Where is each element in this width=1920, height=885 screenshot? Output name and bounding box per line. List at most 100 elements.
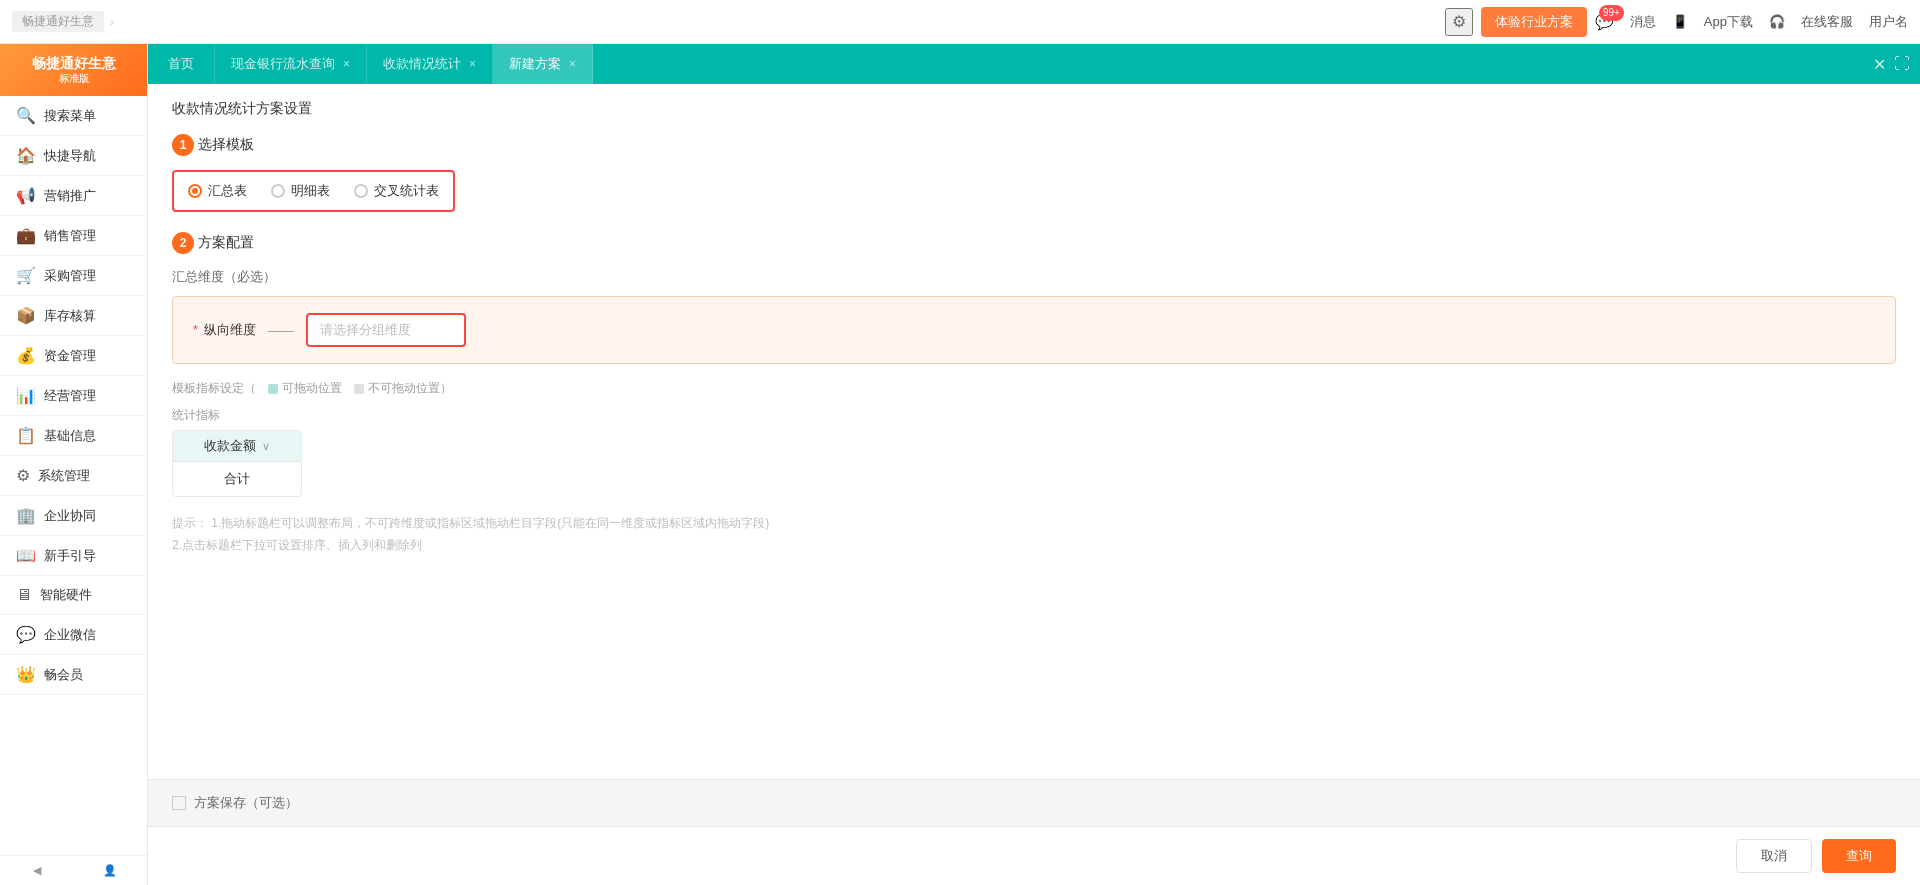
- tab-home-label: 首页: [168, 55, 194, 73]
- service-icon: 🎧: [1769, 14, 1785, 29]
- sidebar-label-management: 经营管理: [44, 387, 96, 405]
- save-option-label: 方案保存（可选）: [194, 794, 298, 812]
- step1-num: 1: [172, 134, 194, 156]
- basic-icon: 📋: [16, 426, 36, 445]
- step2-label: 方案配置: [198, 234, 254, 252]
- message-label: 消息: [1630, 13, 1656, 31]
- hardware-icon: 🖥: [16, 586, 32, 604]
- sidebar-item-marketing[interactable]: 📢 营销推广: [0, 176, 147, 216]
- sidebar-item-sales[interactable]: 💼 销售管理: [0, 216, 147, 256]
- tab-expand-icon[interactable]: ⛶: [1894, 55, 1910, 73]
- member-icon: 👑: [16, 665, 36, 684]
- sidebar-label-purchase: 采购管理: [44, 267, 96, 285]
- tab-new-plan[interactable]: 新建方案 ×: [493, 44, 593, 84]
- finance-icon: 💰: [16, 346, 36, 365]
- template-option-detail[interactable]: 明细表: [271, 182, 330, 200]
- sidebar-bottom: ◀ 👤: [0, 855, 147, 885]
- sidebar-label-wechat: 企业微信: [44, 626, 96, 644]
- sidebar-item-hardware[interactable]: 🖥 智能硬件: [0, 576, 147, 615]
- dimension-row-label: * 纵向维度: [193, 321, 256, 339]
- sidebar-item-system[interactable]: ⚙ 系统管理: [0, 456, 147, 496]
- movable-dot: [268, 384, 278, 394]
- enterprise-icon: 🏢: [16, 506, 36, 525]
- sidebar-collapse-button[interactable]: ◀: [0, 856, 74, 885]
- form-area: 收款情况统计方案设置 1 选择模板 汇总表: [148, 84, 1920, 779]
- dimension-title: 汇总维度（必选）: [172, 268, 1896, 286]
- template-summary-label: 汇总表: [208, 182, 247, 200]
- home-icon: 🏠: [16, 146, 36, 165]
- radio-summary[interactable]: [188, 184, 202, 198]
- gear-button[interactable]: ⚙: [1445, 8, 1473, 36]
- sidebar-item-search[interactable]: 🔍 搜索菜单: [0, 96, 147, 136]
- tab-cashflow-close[interactable]: ×: [343, 57, 350, 71]
- app-download-label[interactable]: App下载: [1704, 13, 1753, 31]
- sidebar-item-management[interactable]: 📊 经营管理: [0, 376, 147, 416]
- tab-bar: 首页 现金银行流水查询 × 收款情况统计 × 新建方案 × ✕ ⛶: [148, 44, 1920, 84]
- config-section: 汇总维度（必选） * 纵向维度 —— 请选择分组维度: [172, 268, 1896, 556]
- stat-label: 统计指标: [172, 407, 1896, 424]
- unmovable-dot: [354, 384, 364, 394]
- save-option: 方案保存（可选）: [148, 779, 1920, 826]
- sidebar-item-guide[interactable]: 📖 新手引导: [0, 536, 147, 576]
- sidebar-label-guide: 新手引导: [44, 547, 96, 565]
- breadcrumb-arrow: ›: [110, 15, 114, 29]
- logo-subtitle: 标准版: [32, 73, 116, 85]
- sidebar-label-enterprise: 企业协同: [44, 507, 96, 525]
- service-label[interactable]: 在线客服: [1801, 13, 1853, 31]
- try-industry-button[interactable]: 体验行业方案: [1481, 7, 1587, 37]
- indicator-header: 模板指标设定（ 可拖动位置 不可拖动位置）: [172, 380, 1896, 397]
- save-checkbox[interactable]: [172, 796, 186, 810]
- sidebar-label-inventory: 库存核算: [44, 307, 96, 325]
- template-option-cross[interactable]: 交叉统计表: [354, 182, 439, 200]
- sidebar: 畅捷通好生意 标准版 🔍 搜索菜单 🏠 快捷导航 📢 营销推广 💼 销售管理 🛒…: [0, 44, 148, 885]
- sidebar-item-finance[interactable]: 💰 资金管理: [0, 336, 147, 376]
- template-options: 汇总表 明细表 交叉统计表: [172, 170, 455, 212]
- sidebar-label-search: 搜索菜单: [44, 107, 96, 125]
- system-icon: ⚙: [16, 466, 30, 485]
- sales-icon: 💼: [16, 226, 36, 245]
- sidebar-label-basic: 基础信息: [44, 427, 96, 445]
- tab-receipts[interactable]: 收款情况统计 ×: [367, 44, 493, 84]
- sidebar-item-purchase[interactable]: 🛒 采购管理: [0, 256, 147, 296]
- sidebar-item-home[interactable]: 🏠 快捷导航: [0, 136, 147, 176]
- template-cross-label: 交叉统计表: [374, 182, 439, 200]
- tip-1: 提示： 1.拖动标题栏可以调整布局，不可跨维度或指标区域拖动栏目字段(只能在同一…: [172, 513, 1896, 535]
- indicator-cell-total: 合计: [173, 462, 301, 496]
- sidebar-item-member[interactable]: 👑 畅会员: [0, 655, 147, 695]
- tab-home[interactable]: 首页: [148, 44, 215, 84]
- top-header: 畅捷通好生意 › ⚙ 体验行业方案 💬 99+ 消息 📱 App下载 🎧 在线客…: [0, 0, 1920, 44]
- radio-cross[interactable]: [354, 184, 368, 198]
- stat-col-dropdown[interactable]: ∨: [262, 440, 270, 453]
- user-name[interactable]: 用户名: [1869, 13, 1908, 31]
- breadcrumb: 畅捷通好生意 ›: [12, 11, 1437, 32]
- sidebar-item-inventory[interactable]: 📦 库存核算: [0, 296, 147, 336]
- header-right: 💬 99+ 消息 📱 App下载 🎧 在线客服 用户名: [1595, 13, 1908, 31]
- indicator-header-cell[interactable]: 收款金额 ∨: [173, 431, 301, 462]
- template-option-summary[interactable]: 汇总表: [188, 182, 247, 200]
- sidebar-item-enterprise[interactable]: 🏢 企业协同: [0, 496, 147, 536]
- dimension-select[interactable]: 请选择分组维度: [306, 313, 466, 347]
- main-content: 首页 现金银行流水查询 × 收款情况统计 × 新建方案 × ✕ ⛶ 收款情况统计…: [148, 44, 1920, 885]
- unmovable-label: 不可拖动位置）: [368, 380, 452, 397]
- message-icon-wrap[interactable]: 💬 99+: [1595, 13, 1614, 31]
- sidebar-item-wechat[interactable]: 💬 企业微信: [0, 615, 147, 655]
- logo-text: 畅捷通好生意: [32, 55, 116, 72]
- marketing-icon: 📢: [16, 186, 36, 205]
- sidebar-label-system: 系统管理: [38, 467, 90, 485]
- dimension-area: * 纵向维度 —— 请选择分组维度: [172, 296, 1896, 364]
- radio-detail[interactable]: [271, 184, 285, 198]
- tab-cashflow[interactable]: 现金银行流水查询 ×: [215, 44, 367, 84]
- sidebar-user-button[interactable]: 👤: [74, 856, 148, 885]
- tab-receipts-close[interactable]: ×: [469, 57, 476, 71]
- query-button[interactable]: 查询: [1822, 839, 1896, 873]
- tab-new-plan-close[interactable]: ×: [569, 57, 576, 71]
- tips-area: 提示： 1.拖动标题栏可以调整布局，不可跨维度或指标区域拖动栏目字段(只能在同一…: [172, 513, 1896, 556]
- step1-header: 1 选择模板: [172, 134, 1896, 156]
- sidebar-label-home: 快捷导航: [44, 147, 96, 165]
- sidebar-item-basic[interactable]: 📋 基础信息: [0, 416, 147, 456]
- step2-section: 2 方案配置 汇总维度（必选） * 纵向维度 ——: [172, 232, 1896, 556]
- tab-close-icon[interactable]: ✕: [1873, 55, 1886, 74]
- inventory-icon: 📦: [16, 306, 36, 325]
- cancel-button[interactable]: 取消: [1736, 839, 1812, 873]
- tip-2: 2.点击标题栏下拉可设置排序、插入列和删除列: [172, 535, 1896, 557]
